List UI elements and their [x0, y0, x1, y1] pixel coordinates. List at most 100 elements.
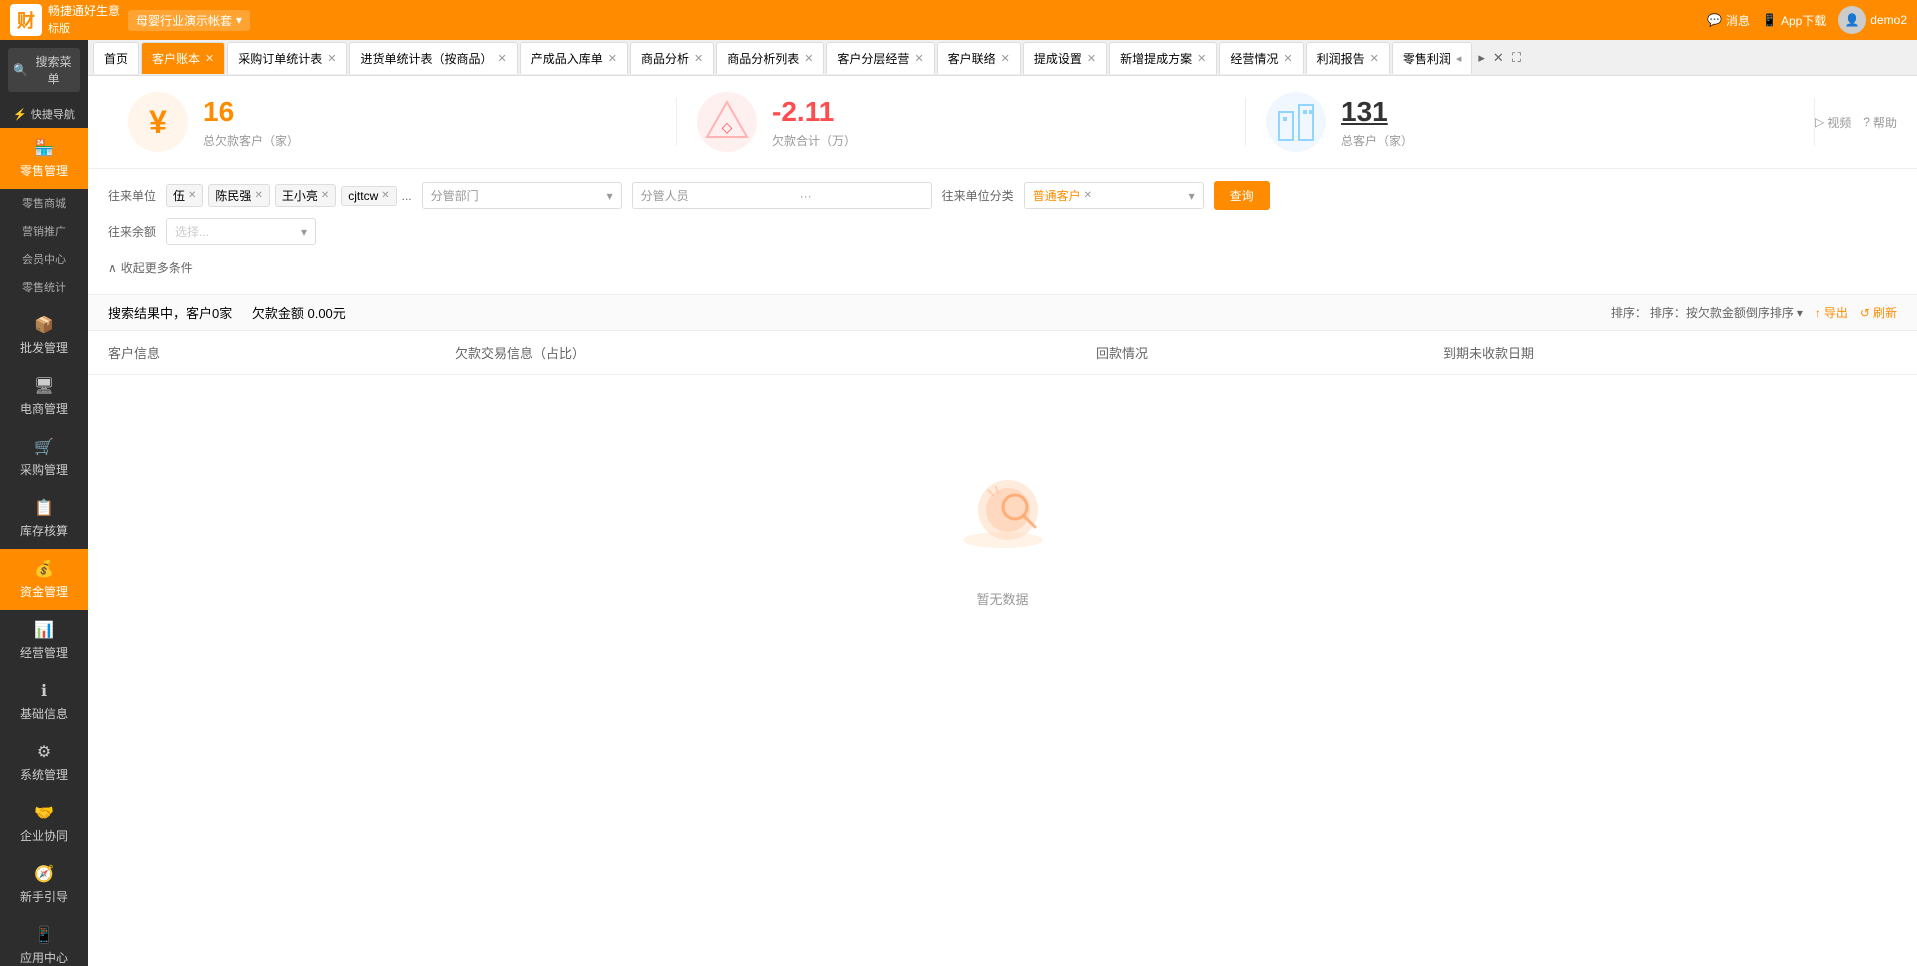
tab-goods-stats-close[interactable]: ✕: [498, 52, 507, 65]
tab-new-commission[interactable]: 新增提成方案 ✕: [1109, 42, 1217, 74]
tab-purchase-order-close[interactable]: ✕: [327, 52, 336, 65]
tab-goods-stats[interactable]: 进货单统计表（按商品） ✕: [349, 42, 517, 74]
sidebar-item-wholesale[interactable]: 📦 批发管理: [0, 305, 88, 366]
tab-product-in[interactable]: 产成品入库单 ✕: [520, 42, 628, 74]
user-menu[interactable]: 👤 demo2: [1838, 6, 1907, 34]
remain-filter-select[interactable]: 选择... ▾: [166, 218, 316, 245]
sidebar-item-enterprise[interactable]: 🤝 企业协同: [0, 793, 88, 854]
sidebar-item-member[interactable]: 会员中心: [0, 245, 88, 273]
system-icon: ⚙: [37, 742, 51, 762]
filter-tag-unit-3-close[interactable]: ✕: [321, 190, 329, 201]
top-bar: 财 畅捷通好生意 标版 母婴行业演示帐套 ▾ 💬 消息 📱 App下载: [0, 0, 1917, 40]
dept-filter-label: 分管部门: [431, 187, 479, 204]
dept-chevron-icon: ▾: [607, 189, 613, 203]
tab-customer-layer-close[interactable]: ✕: [914, 52, 923, 65]
sidebar-item-basic[interactable]: ℹ 基础信息: [0, 671, 88, 732]
tab-purchase-order-label: 采购订单统计表: [238, 50, 322, 67]
sidebar-item-retail-mall[interactable]: 零售商城: [0, 189, 88, 217]
filter-tag-unit-2-close[interactable]: ✕: [254, 190, 262, 201]
tab-product-analysis-close[interactable]: ✕: [694, 52, 703, 65]
tab-product-in-close[interactable]: ✕: [608, 52, 617, 65]
app-download-button[interactable]: 📱 App下载: [1762, 12, 1826, 29]
tab-product-analysis[interactable]: 商品分析 ✕: [630, 42, 714, 74]
tab-nav-close-all[interactable]: ✕: [1489, 50, 1508, 66]
sidebar: 🔍 搜索菜单 ⚡ 快捷导航 🏪 零售管理 零售商城 营销推广 会员中心: [0, 40, 88, 966]
stat-number-debt-customers: 16: [203, 96, 299, 128]
query-button[interactable]: 查询: [1214, 181, 1270, 210]
collapse-button[interactable]: ∧ 收起更多条件: [108, 253, 1897, 282]
sidebar-item-operation[interactable]: 📊 经营管理: [0, 610, 88, 671]
category-tag-selected: 普通客户 ✕: [1033, 187, 1092, 204]
tab-retail-profit[interactable]: 零售利润 ◂: [1392, 42, 1473, 74]
category-filter-select[interactable]: 普通客户 ✕ ▾: [1024, 182, 1204, 209]
tab-product-analysis-list[interactable]: 商品分析列表 ✕: [716, 42, 824, 74]
tab-customer-contact-close[interactable]: ✕: [1001, 52, 1010, 65]
help-button[interactable]: ? 帮助: [1863, 114, 1897, 131]
sidebar-item-marketing[interactable]: 营销推广: [0, 217, 88, 245]
person-chevron-icon: ···: [800, 189, 812, 203]
filter-tag-unit-1-close[interactable]: ✕: [188, 190, 196, 201]
sidebar-item-finance[interactable]: 💰 资金管理: [0, 549, 88, 610]
refresh-button[interactable]: ↺ 刷新: [1860, 304, 1897, 321]
filter-row-1: 往来单位 伍 ✕ 陈民强 ✕ 王小亮: [108, 181, 1897, 210]
tab-nav-forward[interactable]: ▸: [1474, 50, 1489, 66]
export-button[interactable]: ↑ 导出: [1815, 304, 1848, 321]
quick-nav-button[interactable]: ⚡ 快捷导航: [0, 100, 88, 128]
sort-select[interactable]: 排序： 排序：按欠款金额倒序排序 ▾: [1611, 304, 1803, 321]
company-selector[interactable]: 母婴行业演示帐套 ▾: [128, 10, 250, 31]
sidebar-item-system[interactable]: ⚙ 系统管理: [0, 732, 88, 793]
sidebar-item-label-apps: 应用中心: [20, 949, 68, 966]
tab-purchase-order[interactable]: 采购订单统计表 ✕: [227, 42, 347, 74]
stat-number-total-customers: 131: [1341, 96, 1413, 128]
person-filter-label: 分管人员: [641, 187, 689, 204]
sidebar-item-retail[interactable]: 🏪 零售管理: [0, 128, 88, 189]
sidebar-item-retail-stat[interactable]: 零售统计: [0, 273, 88, 301]
message-label: 消息: [1726, 12, 1750, 29]
tab-commission-settings[interactable]: 提成设置 ✕: [1023, 42, 1107, 74]
filter-tag-more[interactable]: ...: [402, 189, 412, 203]
sidebar-item-purchase[interactable]: 🛒 采购管理: [0, 427, 88, 488]
tab-profit-report-close[interactable]: ✕: [1370, 52, 1379, 65]
video-button[interactable]: ▷ 视频: [1815, 114, 1851, 131]
col-debt-info: 欠款交易信息（占比）: [435, 331, 1076, 375]
tab-operation-status-close[interactable]: ✕: [1283, 52, 1292, 65]
category-filter-label: 往来单位分类: [942, 187, 1014, 204]
tab-operation-status-label: 经营情况: [1230, 50, 1278, 67]
sidebar-item-newbie[interactable]: 🧭 新手引导: [0, 854, 88, 915]
newbie-icon: 🧭: [34, 864, 54, 884]
sidebar-item-ecommerce[interactable]: 🖥 电商管理: [0, 366, 88, 427]
category-tag-close[interactable]: ✕: [1084, 190, 1092, 201]
sidebar-item-label-inventory: 库存核算: [20, 522, 68, 539]
tab-customer-contact[interactable]: 客户联络 ✕: [937, 42, 1021, 74]
tab-operation-status[interactable]: 经营情况 ✕: [1219, 42, 1303, 74]
person-filter-select[interactable]: 分管人员 ···: [632, 182, 932, 209]
logo-area: 财 畅捷通好生意 标版: [10, 4, 120, 36]
filter-tag-unit-2: 陈民强 ✕: [208, 184, 269, 207]
filter-tag-unit-4-close[interactable]: ✕: [381, 190, 389, 201]
dept-filter-select[interactable]: 分管部门 ▾: [422, 182, 622, 209]
operation-icon: 📊: [34, 620, 54, 640]
search-menu-button[interactable]: 🔍 搜索菜单: [8, 48, 80, 92]
stat-icon-total: [1266, 92, 1326, 152]
tab-nav-expand[interactable]: ⛶: [1508, 50, 1525, 66]
sidebar-item-label-retail: 零售管理: [20, 162, 68, 179]
filter-tag-unit-1-label: 伍: [173, 187, 185, 204]
sidebar-item-apps[interactable]: 📱 应用中心: [0, 915, 88, 966]
sidebar-item-label-enterprise: 企业协同: [20, 827, 68, 844]
tab-product-analysis-list-close[interactable]: ✕: [804, 52, 813, 65]
basic-icon: ℹ: [41, 681, 47, 701]
search-results-text: 搜索结果中，客户0家: [108, 306, 232, 321]
tab-customer-book[interactable]: 客户账本 ✕: [141, 42, 225, 74]
tab-new-commission-close[interactable]: ✕: [1197, 52, 1206, 65]
tab-retail-profit-close[interactable]: ◂: [1456, 52, 1462, 65]
stat-item-debt-total: ◇ -2.11 欠款合计（万）: [677, 92, 1246, 152]
tab-customer-layer[interactable]: 客户分层经营 ✕: [826, 42, 934, 74]
sidebar-item-inventory[interactable]: 📋 库存核算: [0, 488, 88, 549]
tab-customer-book-close[interactable]: ✕: [205, 52, 214, 65]
tab-commission-settings-label: 提成设置: [1034, 50, 1082, 67]
debt-svg-icon: ◇: [702, 97, 752, 147]
tab-commission-settings-close[interactable]: ✕: [1087, 52, 1096, 65]
tab-home[interactable]: 首页: [93, 42, 139, 74]
message-button[interactable]: 💬 消息: [1707, 12, 1750, 29]
tab-profit-report[interactable]: 利润报告 ✕: [1306, 42, 1390, 74]
